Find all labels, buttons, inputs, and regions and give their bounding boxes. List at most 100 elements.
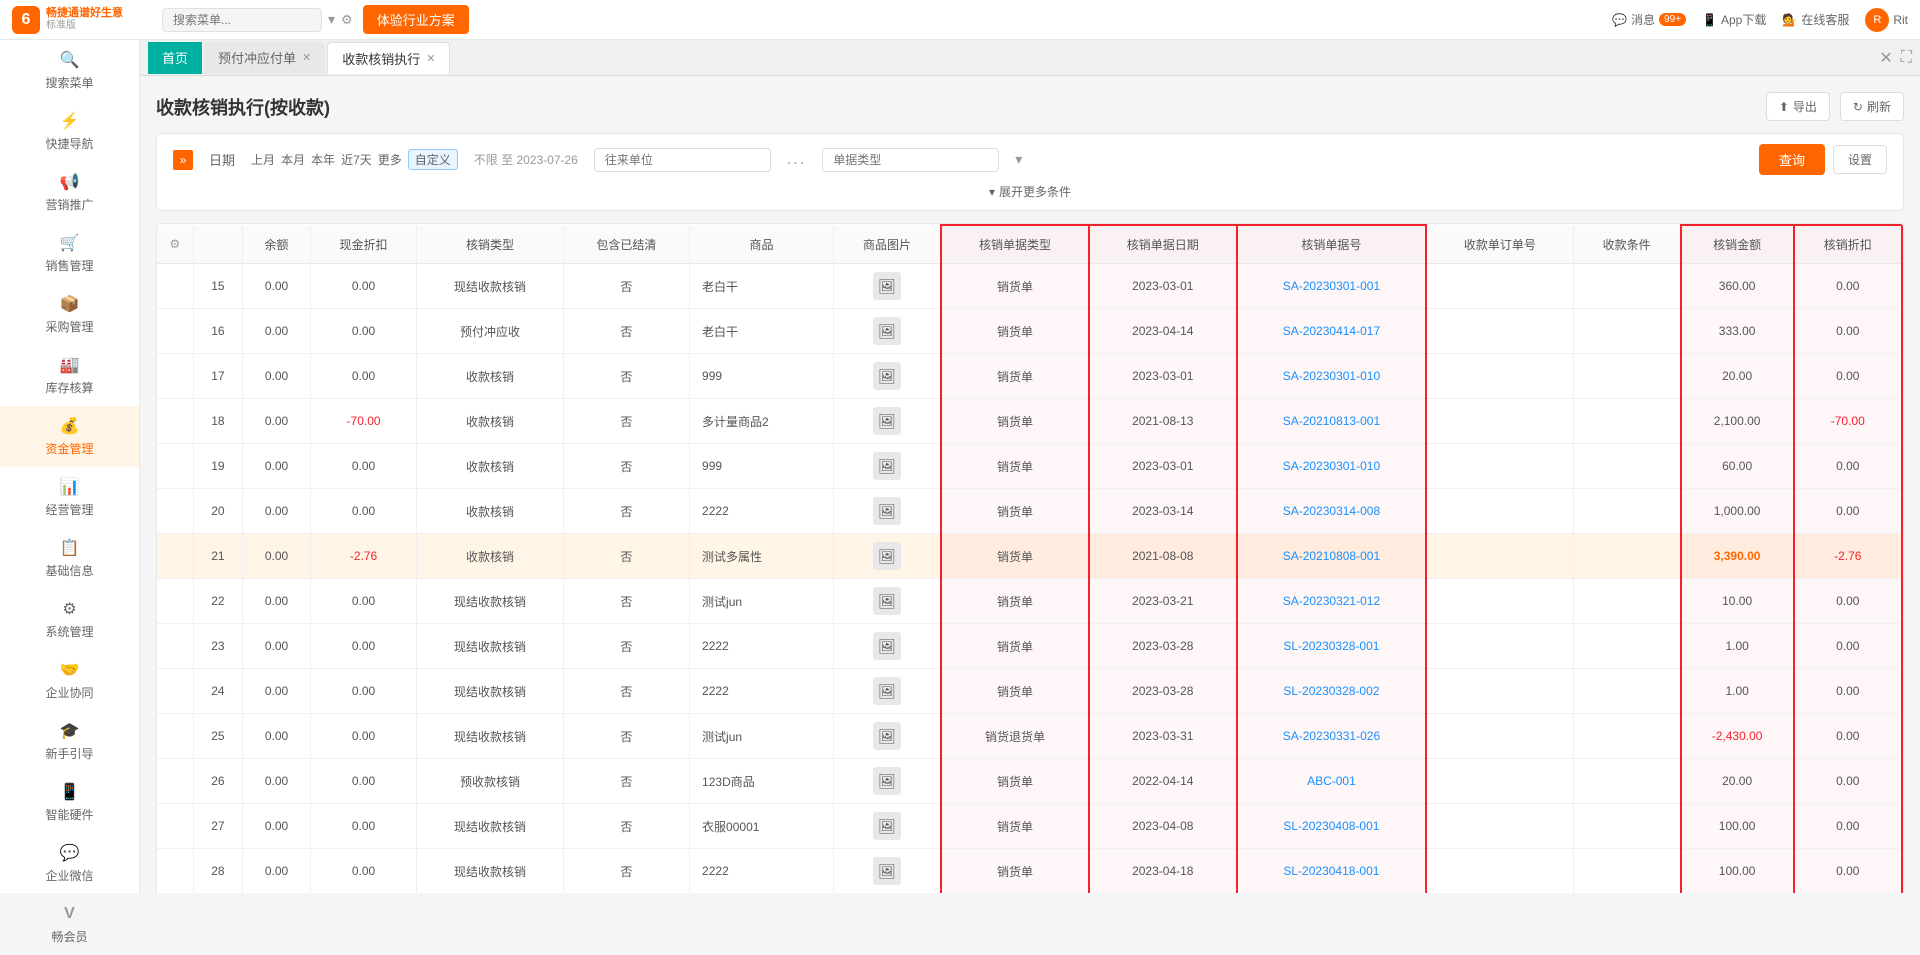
row-writeoff-amount: 20.00 — [1681, 354, 1794, 399]
row-bill-type: 销货单 — [941, 264, 1089, 309]
row-bill-no[interactable]: SL-20230408-001 — [1237, 804, 1427, 849]
message-button[interactable]: 💬 消息 99+ — [1612, 11, 1686, 28]
partner-input[interactable] — [594, 148, 771, 172]
industry-solution-button[interactable]: 体验行业方案 — [363, 5, 469, 34]
online-support-button[interactable]: 💁 在线客服 — [1782, 11, 1849, 28]
gear-icon[interactable]: ⚙ — [341, 12, 353, 28]
row-balance: 0.00 — [243, 804, 310, 849]
table-row[interactable]: 15 0.00 0.00 现结收款核销 否 老白干 🖼 销货单 2023-03-… — [157, 264, 1902, 309]
sidebar-item-newbie[interactable]: 🎓 新手引导 — [0, 711, 139, 772]
sidebar-item-smart-hw[interactable]: 📱 智能硬件 — [0, 772, 139, 833]
maximize-icon[interactable]: ⛶ — [1901, 49, 1912, 67]
expand-more-conditions[interactable]: ▾ 展开更多条件 — [173, 175, 1887, 200]
sidebar-item-purchase[interactable]: 📦 采购管理 — [0, 284, 139, 345]
row-balance: 0.00 — [243, 309, 310, 354]
row-gear — [157, 759, 193, 804]
sidebar-item-member[interactable]: V 畅会员 — [0, 894, 139, 955]
setting-button[interactable]: 设置 — [1833, 145, 1887, 174]
row-bill-no[interactable]: SA-20230414-017 — [1237, 309, 1427, 354]
filter-expand-button[interactable]: » — [173, 150, 193, 170]
date-option-this-year[interactable]: 本年 — [311, 151, 335, 168]
sidebar-item-search[interactable]: 🔍 搜索菜单 — [0, 40, 139, 101]
row-writeoff-amount: 333.00 — [1681, 309, 1794, 354]
date-custom-button[interactable]: 自定义 — [408, 149, 458, 170]
row-receipt-order-no — [1426, 444, 1573, 489]
receipt-type-dropdown-icon[interactable]: ▾ — [1015, 151, 1022, 168]
table-row[interactable]: 18 0.00 -70.00 收款核销 否 多计量商品2 🖼 销货单 2021-… — [157, 399, 1902, 444]
row-balance: 0.00 — [243, 444, 310, 489]
row-cash-discount: 0.00 — [310, 264, 417, 309]
partner-more-icon[interactable]: ... — [787, 151, 806, 169]
date-option-more[interactable]: 更多 — [378, 151, 402, 168]
sidebar-item-wechat[interactable]: 💬 企业微信 — [0, 833, 139, 894]
row-writeoff-discount: 0.00 — [1794, 804, 1902, 849]
row-bill-no[interactable]: SA-20230321-012 — [1237, 579, 1427, 624]
refresh-button[interactable]: ↻ 刷新 — [1840, 92, 1904, 121]
sidebar-item-quick-nav[interactable]: ⚡ 快捷导航 — [0, 101, 139, 162]
tab-prepay-close[interactable]: ✕ — [302, 51, 311, 64]
tab-home[interactable]: 首页 — [148, 42, 202, 74]
table-row[interactable]: 27 0.00 0.00 现结收款核销 否 衣服00001 🖼 销货单 2023… — [157, 804, 1902, 849]
row-writeoff-type: 收款核销 — [417, 354, 563, 399]
sidebar-item-marketing[interactable]: 📢 营销推广 — [0, 162, 139, 223]
row-bill-no[interactable]: SL-20230328-001 — [1237, 624, 1427, 669]
row-receipt-condition — [1573, 354, 1681, 399]
row-bill-no[interactable]: SA-20230314-008 — [1237, 489, 1427, 534]
col-receipt-order-no: 收款单订单号 — [1426, 225, 1573, 264]
sidebar-item-inventory[interactable]: 🏭 库存核算 — [0, 345, 139, 406]
row-bill-no[interactable]: SA-20210813-001 — [1237, 399, 1427, 444]
date-option-this-month[interactable]: 本月 — [281, 151, 305, 168]
row-bill-no[interactable]: SA-20210808-001 — [1237, 534, 1427, 579]
row-bill-no[interactable]: SA-20230331-026 — [1237, 714, 1427, 759]
row-bill-no[interactable]: SL-20230418-001 — [1237, 849, 1427, 894]
date-option-last-month[interactable]: 上月 — [251, 151, 275, 168]
receipt-type-input[interactable] — [822, 148, 999, 172]
app-download-button[interactable]: 📱 App下载 — [1702, 11, 1766, 28]
tab-receipt-writeoff-close[interactable]: ✕ — [426, 52, 435, 65]
row-bill-no[interactable]: SA-20230301-001 — [1237, 264, 1427, 309]
row-bill-no[interactable]: SL-20230328-002 — [1237, 669, 1427, 714]
sidebar-item-system[interactable]: ⚙ 系统管理 — [0, 589, 139, 650]
row-cash-discount: 0.00 — [310, 444, 417, 489]
search-input[interactable] — [162, 8, 322, 32]
table-row[interactable]: 23 0.00 0.00 现结收款核销 否 2222 🖼 销货单 2023-03… — [157, 624, 1902, 669]
query-button[interactable]: 查询 — [1759, 144, 1825, 175]
table-row[interactable]: 17 0.00 0.00 收款核销 否 999 🖼 销货单 2023-03-01… — [157, 354, 1902, 399]
chevron-down-icon[interactable]: ▾ — [328, 11, 335, 28]
sidebar-item-sales[interactable]: 🛒 销售管理 — [0, 223, 139, 284]
table-row[interactable]: 26 0.00 0.00 预收款核销 否 123D商品 🖼 销货单 2022-0… — [157, 759, 1902, 804]
row-bill-no[interactable]: SA-20230301-010 — [1237, 354, 1427, 399]
row-writeoff-type: 现结收款核销 — [417, 849, 563, 894]
table-row[interactable]: 22 0.00 0.00 现结收款核销 否 测试jun 🖼 销货单 2023-0… — [157, 579, 1902, 624]
row-writeoff-discount: 0.00 — [1794, 759, 1902, 804]
export-icon: ⬆ — [1779, 100, 1789, 114]
table-row[interactable]: 21 0.00 -2.76 收款核销 否 测试多属性 🖼 销货单 2021-08… — [157, 534, 1902, 579]
sidebar-item-operation[interactable]: 📊 经营管理 — [0, 467, 139, 528]
app-layout: 🔍 搜索菜单 ⚡ 快捷导航 📢 营销推广 🛒 销售管理 📦 采购管理 🏭 库存核… — [0, 40, 1920, 893]
row-goods-img: 🖼 — [834, 804, 942, 849]
table-row[interactable]: 24 0.00 0.00 现结收款核销 否 2222 🖼 销货单 2023-03… — [157, 669, 1902, 714]
sidebar-item-base-info[interactable]: 📋 基础信息 — [0, 528, 139, 589]
user-avatar[interactable]: R Rit — [1865, 8, 1908, 32]
date-option-7days[interactable]: 近7天 — [341, 151, 372, 168]
tab-prepay[interactable]: 预付冲应付单 ✕ — [204, 42, 325, 74]
marketing-icon: 📢 — [60, 172, 80, 192]
tab-receipt-writeoff-label: 收款核销执行 — [342, 49, 420, 68]
table-row[interactable]: 25 0.00 0.00 现结收款核销 否 测试jun 🖼 销货退货单 2023… — [157, 714, 1902, 759]
table-row[interactable]: 19 0.00 0.00 收款核销 否 999 🖼 销货单 2023-03-01… — [157, 444, 1902, 489]
row-receipt-condition — [1573, 489, 1681, 534]
close-tab-icon[interactable]: ✕ — [1879, 48, 1892, 68]
export-button[interactable]: ⬆ 导出 — [1766, 92, 1830, 121]
row-bill-no[interactable]: SA-20230301-010 — [1237, 444, 1427, 489]
table-row[interactable]: 20 0.00 0.00 收款核销 否 2222 🖼 销货单 2023-03-1… — [157, 489, 1902, 534]
gear-col-icon[interactable]: ⚙ — [165, 233, 184, 255]
sidebar-item-corp[interactable]: 🤝 企业协同 — [0, 650, 139, 711]
tab-receipt-writeoff[interactable]: 收款核销执行 ✕ — [327, 42, 450, 74]
table-row[interactable]: 16 0.00 0.00 预付冲应收 否 老白干 🖼 销货单 2023-04-1… — [157, 309, 1902, 354]
col-gear: ⚙ — [157, 225, 193, 264]
row-bill-no[interactable]: ABC-001 — [1237, 759, 1427, 804]
row-writeoff-amount: 360.00 — [1681, 264, 1794, 309]
sidebar-item-finance[interactable]: 💰 资金管理 — [0, 406, 139, 467]
table-scroll-area[interactable]: ⚙ 余额 现金折扣 核销类型 包含已结清 商品 商品图片 核销单据类型 核销单据… — [157, 224, 1903, 893]
table-row[interactable]: 28 0.00 0.00 现结收款核销 否 2222 🖼 销货单 2023-04… — [157, 849, 1902, 894]
